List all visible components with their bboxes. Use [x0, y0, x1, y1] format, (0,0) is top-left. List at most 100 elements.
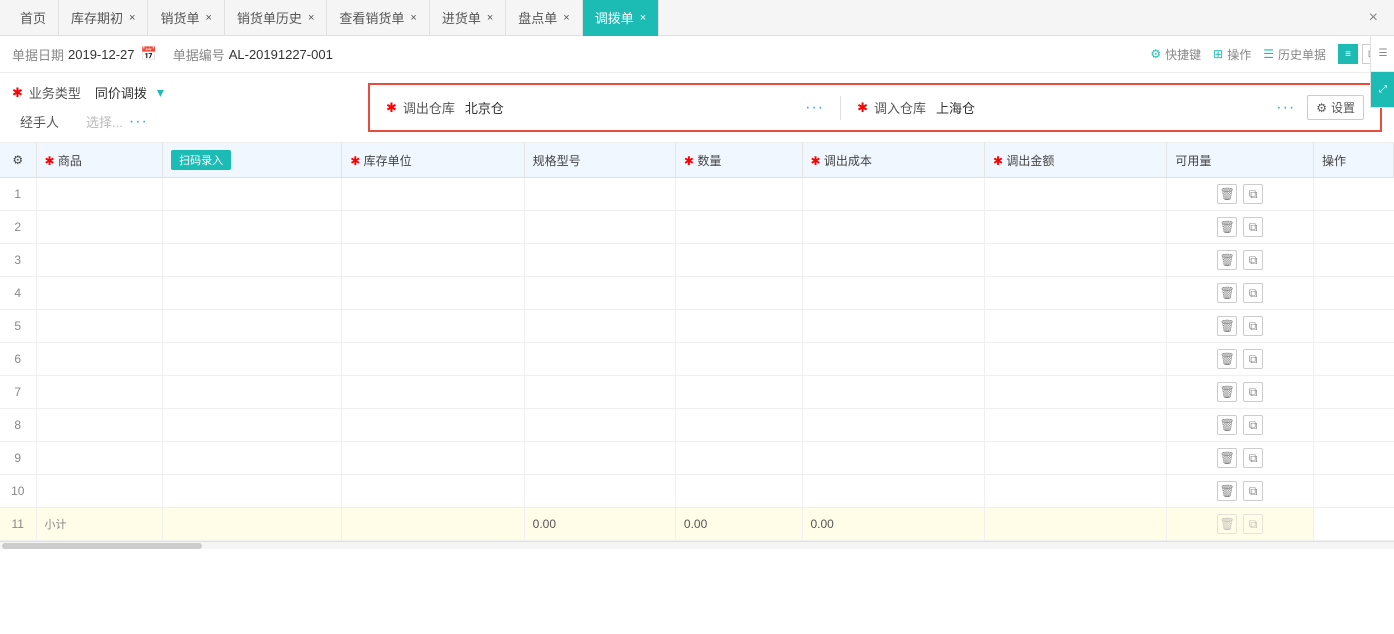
delete-row-btn[interactable]: 🗑: [1217, 448, 1237, 468]
qty-cell[interactable]: [524, 244, 675, 277]
product-cell[interactable]: [36, 310, 163, 343]
unit-cell[interactable]: [163, 376, 342, 409]
operations-btn[interactable]: ⊞ 操作: [1213, 46, 1251, 63]
scroll-thumb[interactable]: [2, 543, 202, 549]
available-cell[interactable]: [984, 277, 1166, 310]
unit-cell[interactable]: [163, 277, 342, 310]
available-cell[interactable]: [984, 211, 1166, 244]
amount-cell[interactable]: [802, 475, 984, 508]
spec-cell[interactable]: [342, 409, 524, 442]
layout-list-btn[interactable]: ≡: [1338, 44, 1358, 64]
delete-row-btn[interactable]: 🗑: [1217, 382, 1237, 402]
cost-cell[interactable]: [675, 211, 802, 244]
close-initial-stock[interactable]: ×: [129, 12, 135, 24]
delete-row-btn[interactable]: 🗑: [1217, 283, 1237, 303]
scan-input-btn[interactable]: 扫码录入: [171, 150, 231, 170]
amount-cell[interactable]: [802, 277, 984, 310]
manager-more-btn[interactable]: ···: [129, 113, 148, 131]
tab-sales-order[interactable]: 销货单 ×: [148, 0, 224, 36]
available-cell[interactable]: [984, 244, 1166, 277]
warehouse-out-more-btn[interactable]: ···: [805, 99, 824, 117]
product-cell[interactable]: [36, 178, 163, 211]
qty-cell[interactable]: [524, 442, 675, 475]
unit-cell[interactable]: [163, 409, 342, 442]
copy-row-btn[interactable]: ⧉: [1243, 349, 1263, 369]
unit-cell[interactable]: [163, 343, 342, 376]
cost-cell[interactable]: [675, 376, 802, 409]
delete-row-btn[interactable]: 🗑: [1217, 349, 1237, 369]
copy-row-btn[interactable]: ⧉: [1243, 316, 1263, 336]
copy-row-btn[interactable]: ⧉: [1243, 217, 1263, 237]
product-cell[interactable]: [36, 475, 163, 508]
unit-cell[interactable]: [163, 475, 342, 508]
column-gear[interactable]: ⚙: [0, 143, 36, 178]
cost-cell[interactable]: [675, 178, 802, 211]
available-cell[interactable]: [984, 442, 1166, 475]
qty-cell[interactable]: [524, 343, 675, 376]
copy-row-btn[interactable]: ⧉: [1243, 250, 1263, 270]
product-cell[interactable]: [36, 409, 163, 442]
copy-row-btn[interactable]: ⧉: [1243, 448, 1263, 468]
bottom-scrollbar[interactable]: [0, 541, 1394, 549]
delete-row-btn[interactable]: 🗑: [1217, 217, 1237, 237]
cost-cell[interactable]: [675, 343, 802, 376]
spec-cell[interactable]: [342, 244, 524, 277]
qty-cell[interactable]: [524, 475, 675, 508]
tab-sales-history[interactable]: 销货单历史 ×: [225, 0, 327, 36]
unit-cell[interactable]: [163, 442, 342, 475]
copy-row-btn[interactable]: ⧉: [1243, 481, 1263, 501]
shortcuts-btn[interactable]: ⚙ 快捷键: [1150, 46, 1201, 63]
tab-purchase-order[interactable]: 进货单 ×: [430, 0, 506, 36]
copy-row-btn[interactable]: ⧉: [1243, 382, 1263, 402]
available-cell[interactable]: [984, 376, 1166, 409]
spec-cell[interactable]: [342, 277, 524, 310]
delete-row-btn[interactable]: 🗑: [1217, 316, 1237, 336]
cost-cell[interactable]: [675, 442, 802, 475]
amount-cell[interactable]: [802, 211, 984, 244]
available-cell[interactable]: [984, 343, 1166, 376]
qty-cell[interactable]: [524, 211, 675, 244]
tab-home[interactable]: 首页: [8, 0, 59, 36]
sidebar-expand-btn[interactable]: ⤢: [1371, 72, 1394, 108]
unit-cell[interactable]: [163, 244, 342, 277]
available-cell[interactable]: [984, 409, 1166, 442]
amount-cell[interactable]: [802, 409, 984, 442]
close-all-tabs[interactable]: ×: [1361, 9, 1386, 27]
delete-row-btn[interactable]: 🗑: [1217, 481, 1237, 501]
tab-initial-stock[interactable]: 库存期初 ×: [59, 0, 148, 36]
available-cell[interactable]: [984, 178, 1166, 211]
settings-button[interactable]: ⚙ 设置: [1307, 95, 1364, 120]
qty-cell[interactable]: [524, 409, 675, 442]
product-cell[interactable]: [36, 277, 163, 310]
copy-row-btn[interactable]: ⧉: [1243, 283, 1263, 303]
delete-row-btn[interactable]: 🗑: [1217, 514, 1237, 534]
spec-cell[interactable]: [342, 178, 524, 211]
cost-cell[interactable]: [675, 310, 802, 343]
amount-cell[interactable]: [802, 376, 984, 409]
close-transfer[interactable]: ×: [640, 12, 646, 24]
spec-cell[interactable]: [342, 475, 524, 508]
close-view-sales[interactable]: ×: [410, 12, 416, 24]
sidebar-list-btn[interactable]: ☰: [1371, 36, 1394, 72]
product-cell[interactable]: [36, 343, 163, 376]
spec-cell[interactable]: [342, 343, 524, 376]
tab-view-sales[interactable]: 查看销货单 ×: [327, 0, 429, 36]
spec-cell[interactable]: [342, 442, 524, 475]
qty-cell[interactable]: [524, 310, 675, 343]
cost-cell[interactable]: [675, 244, 802, 277]
amount-cell[interactable]: [802, 310, 984, 343]
tab-transfer[interactable]: 调拨单 ×: [583, 0, 659, 36]
amount-cell[interactable]: [802, 343, 984, 376]
copy-row-btn[interactable]: ⧉: [1243, 514, 1263, 534]
amount-cell[interactable]: [802, 442, 984, 475]
unit-cell[interactable]: [163, 178, 342, 211]
spec-cell[interactable]: [342, 376, 524, 409]
available-cell[interactable]: [984, 475, 1166, 508]
qty-cell[interactable]: [524, 376, 675, 409]
copy-row-btn[interactable]: ⧉: [1243, 415, 1263, 435]
amount-cell[interactable]: [802, 244, 984, 277]
cost-cell[interactable]: [675, 409, 802, 442]
spec-cell[interactable]: [342, 310, 524, 343]
qty-cell[interactable]: [524, 178, 675, 211]
available-cell[interactable]: [984, 310, 1166, 343]
